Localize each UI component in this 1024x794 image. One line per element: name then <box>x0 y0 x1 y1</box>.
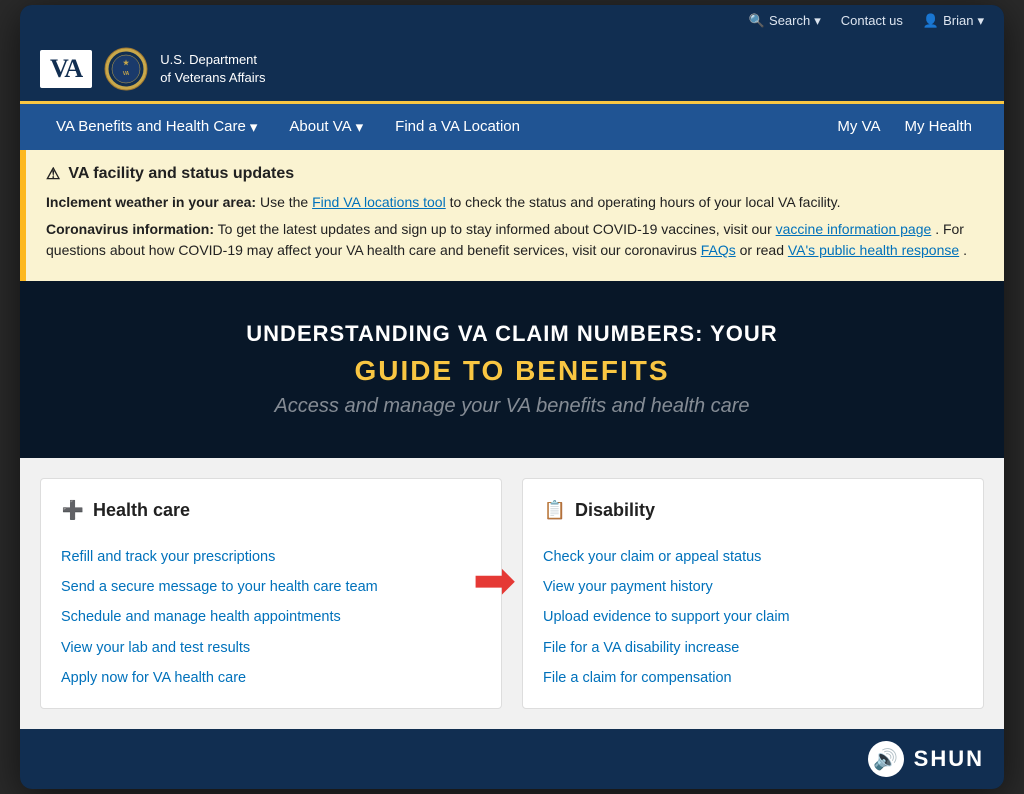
watermark-icon: 🔊 <box>868 741 904 777</box>
disability-icon: 📋 <box>543 499 567 523</box>
user-icon: 👤 <box>923 13 939 29</box>
list-item: Upload evidence to support your claim <box>543 607 963 627</box>
watermark-bar: 🔊 SHUN <box>20 729 1004 789</box>
browser-frame: 🔍 Search ▾ Contact us 👤 Brian ▾ VA ★ VA <box>20 5 1004 789</box>
alert-covid: Coronavirus information: To get the late… <box>46 219 984 261</box>
contact-us-link[interactable]: Contact us <box>841 13 903 28</box>
list-item: Send a secure message to your health car… <box>61 577 481 597</box>
nav-left: VA Benefits and Health Care ▾ About VA ▾… <box>40 104 536 150</box>
department-name: U.S. Department of Veterans Affairs <box>160 51 265 87</box>
disability-card-title: 📋 Disability <box>543 499 963 531</box>
upload-evidence-link[interactable]: Upload evidence to support your claim <box>543 609 790 625</box>
warning-icon: ⚠ <box>46 164 60 184</box>
list-item: Schedule and manage health appointments <box>61 607 481 627</box>
disability-links: Check your claim or appeal status View y… <box>543 547 963 688</box>
nav-find-location[interactable]: Find a VA Location <box>379 104 536 150</box>
list-item: View your payment history <box>543 577 963 597</box>
search-icon: 🔍 <box>749 13 765 29</box>
svg-text:VA: VA <box>123 71 130 77</box>
hero-subtitle: GUIDE TO BENEFITS <box>354 355 669 387</box>
nav-my-va[interactable]: My VA <box>825 104 892 150</box>
faqs-link[interactable]: FAQs <box>701 242 736 258</box>
nav-bar: VA Benefits and Health Care ▾ About VA ▾… <box>20 104 1004 150</box>
health-care-card-title: ➕ Health care <box>61 499 481 531</box>
alert-banner: ⚠ VA facility and status updates Incleme… <box>20 150 1004 281</box>
hero-section: UNDERSTANDING VA CLAIM NUMBERS: YOUR GUI… <box>20 281 1004 458</box>
utility-bar: 🔍 Search ▾ Contact us 👤 Brian ▾ <box>20 5 1004 37</box>
list-item: File a claim for compensation <box>543 668 963 688</box>
apply-health-care-link[interactable]: Apply now for VA health care <box>61 670 246 686</box>
nav-my-health[interactable]: My Health <box>892 104 984 150</box>
list-item: Apply now for VA health care <box>61 668 481 688</box>
disability-increase-link[interactable]: File for a VA disability increase <box>543 640 739 656</box>
list-item: Refill and track your prescriptions <box>61 547 481 567</box>
payment-history-link[interactable]: View your payment history <box>543 579 713 595</box>
hero-page-subtitle: Access and manage your VA benefits and h… <box>274 395 749 418</box>
svg-text:★: ★ <box>123 59 130 67</box>
nav-benefits[interactable]: VA Benefits and Health Care ▾ <box>40 104 273 150</box>
va-seal: ★ VA <box>104 47 148 91</box>
disability-card: 📋 Disability Check your claim or appeal … <box>522 478 984 709</box>
health-icon: ➕ <box>61 499 85 523</box>
logo-area: VA ★ VA U.S. Department of Veterans Affa… <box>40 47 265 91</box>
health-care-links: Refill and track your prescriptions Send… <box>61 547 481 688</box>
main-content: ➕ Health care Refill and track your pres… <box>20 458 1004 729</box>
nav-about-va[interactable]: About VA ▾ <box>273 104 379 150</box>
refill-prescriptions-link[interactable]: Refill and track your prescriptions <box>61 549 275 565</box>
schedule-appointments-link[interactable]: Schedule and manage health appointments <box>61 609 341 625</box>
check-claim-link[interactable]: Check your claim or appeal status <box>543 549 761 565</box>
list-item: File for a VA disability increase <box>543 638 963 658</box>
alert-title: ⚠ VA facility and status updates <box>46 164 984 184</box>
lab-results-link[interactable]: View your lab and test results <box>61 640 250 656</box>
list-item: Check your claim or appeal status <box>543 547 963 567</box>
site-header: VA ★ VA U.S. Department of Veterans Affa… <box>20 37 1004 104</box>
secure-message-link[interactable]: Send a secure message to your health car… <box>61 579 378 595</box>
find-va-locations-link[interactable]: Find VA locations tool <box>312 194 446 210</box>
alert-inclement: Inclement weather in your area: Use the … <box>46 192 984 213</box>
nav-right: My VA My Health <box>825 104 984 150</box>
user-menu[interactable]: 👤 Brian ▾ <box>923 13 984 29</box>
hero-title: UNDERSTANDING VA CLAIM NUMBERS: YOUR <box>246 321 777 347</box>
file-claim-link[interactable]: File a claim for compensation <box>543 670 732 686</box>
list-item: View your lab and test results <box>61 638 481 658</box>
public-health-link[interactable]: VA's public health response <box>788 242 959 258</box>
search-button[interactable]: 🔍 Search ▾ <box>749 13 821 29</box>
main-content-wrapper: ➕ Health care Refill and track your pres… <box>20 458 1004 729</box>
watermark-text: SHUN <box>914 746 984 772</box>
va-logo-text[interactable]: VA <box>40 50 92 88</box>
vaccine-info-link[interactable]: vaccine information page <box>776 221 932 237</box>
health-care-card: ➕ Health care Refill and track your pres… <box>40 478 502 709</box>
